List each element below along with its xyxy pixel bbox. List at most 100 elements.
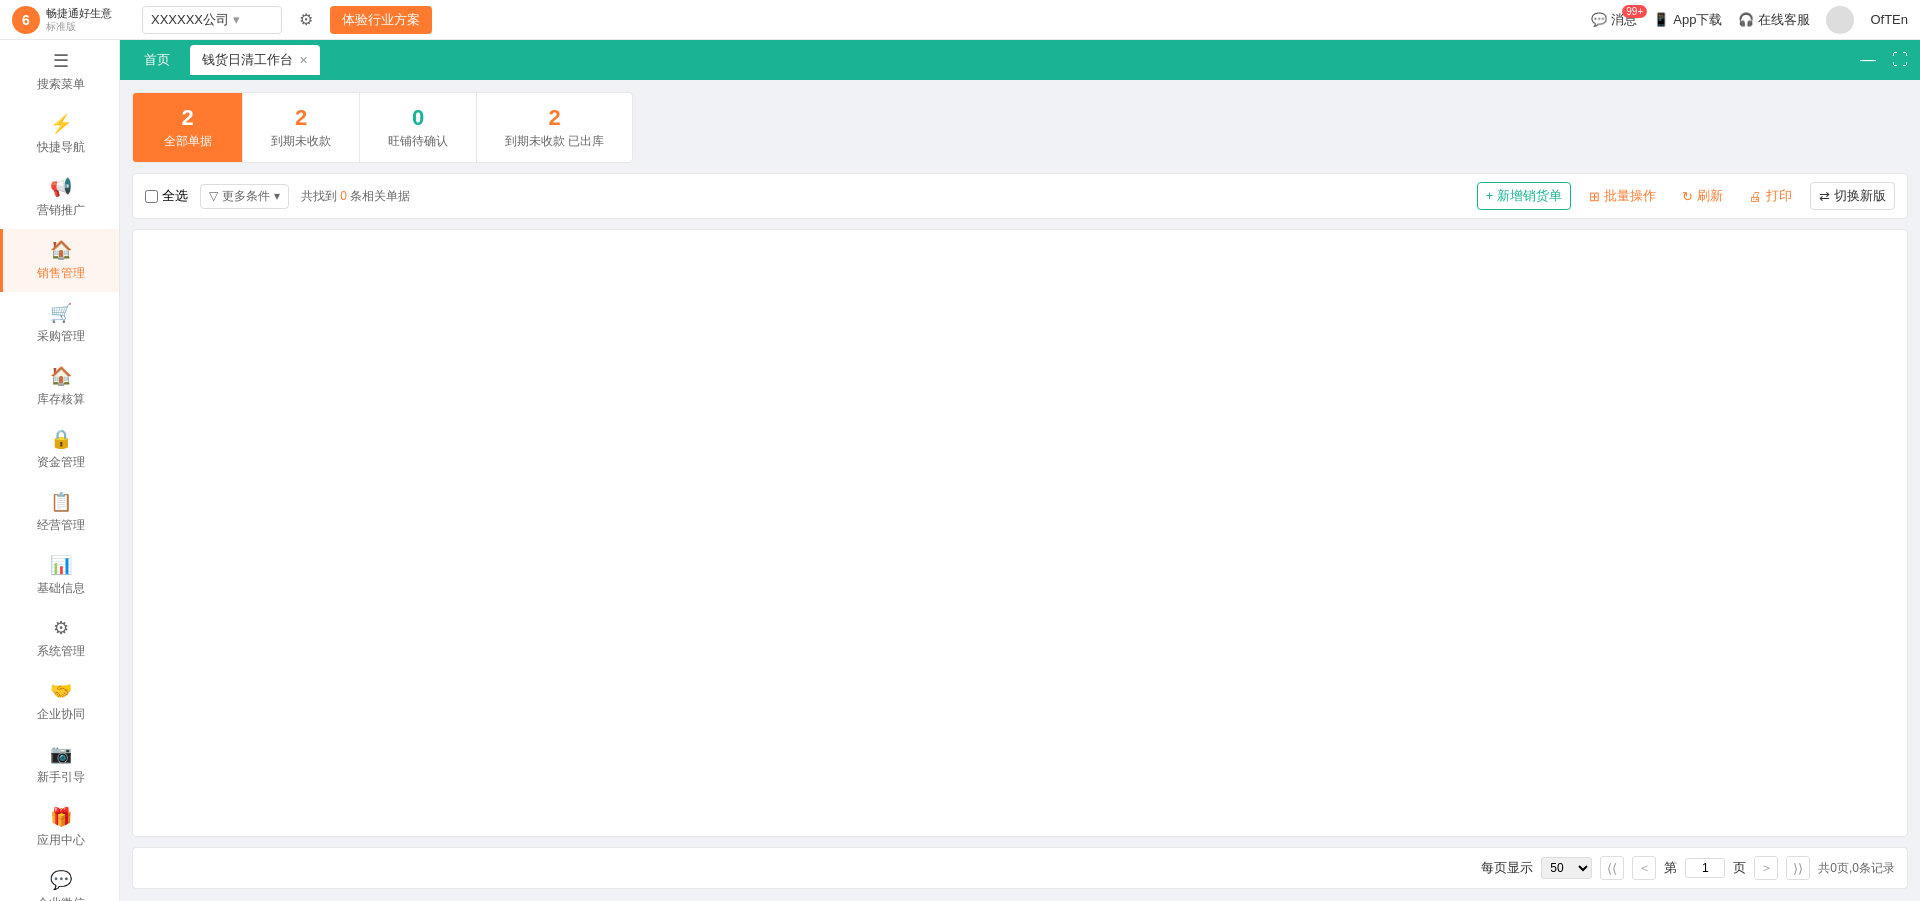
tab-close-icon[interactable]: ✕ [299,54,308,67]
sidebar-item-wechat[interactable]: 💬 企业微信 [0,859,119,901]
sidebar-label-basic-info: 基础信息 [37,580,85,597]
page-size-select[interactable]: 50 10 20 100 [1541,857,1592,879]
sidebar-item-purchase[interactable]: 🛒 采购管理 [0,292,119,355]
sidebar-icon-quick-nav: ⚡ [50,113,72,135]
sidebar-item-cooperation[interactable]: 🤝 企业协同 [0,670,119,733]
sidebar-item-app-center[interactable]: 🎁 应用中心 [0,796,119,859]
chevron-down-icon: ▾ [274,189,280,203]
select-all-input[interactable] [145,190,158,203]
sidebar-label-finance: 资金管理 [37,454,85,471]
stat-card-pending[interactable]: 0 旺铺待确认 [360,93,477,162]
minimize-icon[interactable]: — [1856,48,1880,72]
stat-card-overdue-shipped[interactable]: 2 到期未收款 已出库 [477,93,632,162]
sidebar-icon-guide: 📷 [50,743,72,765]
sidebar-item-search-menu[interactable]: ☰ 搜索菜单 [0,40,119,103]
sidebar-icon-system: ⚙ [53,617,69,639]
sidebar-icon-basic-info: 📊 [50,554,72,576]
download-icon: 📱 [1653,12,1669,27]
stat-card-overdue[interactable]: 2 到期未收款 [243,93,360,162]
stat-count-overdue: 2 [271,105,331,131]
add-order-btn[interactable]: + 新增销货单 [1477,182,1571,210]
table-area [132,229,1908,837]
sidebar-item-finance[interactable]: 🔒 资金管理 [0,418,119,481]
sidebar-item-system[interactable]: ⚙ 系统管理 [0,607,119,670]
stat-count-all: 2 [161,105,214,131]
sidebar-label-cooperation: 企业协同 [37,706,85,723]
page-input[interactable] [1685,858,1725,878]
sidebar-icon-inventory: 🏠 [50,365,72,387]
maximize-icon[interactable]: ⛶ [1888,48,1912,72]
toolbar-right: + 新增销货单 ⊞ 批量操作 ↻ 刷新 🖨 打印 ⇄ [1477,182,1895,210]
sidebar-icon-sales: 🏠 [50,239,72,261]
sidebar-item-basic-info[interactable]: 📊 基础信息 [0,544,119,607]
filter-icon: ▽ [209,189,218,203]
avatar[interactable] [1826,6,1854,34]
print-icon: 🖨 [1749,189,1762,204]
batch-btn[interactable]: ⊞ 批量操作 [1581,183,1664,209]
chevron-down-icon: ▾ [233,12,240,27]
stat-label-pending: 旺铺待确认 [388,133,448,150]
pagination: 每页显示 50 10 20 100 ⟨⟨ ＜ 第 页 ＞ ⟩⟩ 共0页,0条记录 [132,847,1908,889]
sidebar-item-guide[interactable]: 📷 新手引导 [0,733,119,796]
stat-count-pending: 0 [388,105,448,131]
batch-icon: ⊞ [1589,189,1600,204]
sidebar-icon-marketing: 📢 [50,176,72,198]
content-area: 首页 钱货日清工作台 ✕ — ⛶ 2 全部单据 2 到期未收款 0 旺铺待确认 … [120,40,1920,901]
next-page-btn[interactable]: ＞ [1754,856,1778,880]
filter-btn[interactable]: ▽ 更多条件 ▾ [200,184,289,209]
main-layout: ☰ 搜索菜单 ⚡ 快捷导航 📢 营销推广 🏠 销售管理 🛒 采购管理 🏠 库存核… [0,40,1920,901]
sidebar: ☰ 搜索菜单 ⚡ 快捷导航 📢 营销推广 🏠 销售管理 🛒 采购管理 🏠 库存核… [0,40,120,901]
sidebar-item-inventory[interactable]: 🏠 库存核算 [0,355,119,418]
tab-home[interactable]: 首页 [128,45,186,75]
stat-label-all: 全部单据 [161,133,214,150]
sidebar-icon-app-center: 🎁 [50,806,72,828]
sidebar-icon-search-menu: ☰ [53,50,69,72]
prev-page-btn[interactable]: ＜ [1632,856,1656,880]
tab-bar-actions: — ⛶ [1856,48,1912,72]
experience-btn[interactable]: 体验行业方案 [330,6,432,34]
refresh-btn[interactable]: ↻ 刷新 [1674,183,1731,209]
stat-count-overdue-shipped: 2 [505,105,604,131]
sidebar-icon-operation: 📋 [50,491,72,513]
top-bar: 6 畅捷通好生意 标准版 XXXXXX公司 ▾ ⚙ 体验行业方案 💬 消息 99… [0,0,1920,40]
select-all-checkbox[interactable]: 全选 [145,187,188,205]
first-page-btn[interactable]: ⟨⟨ [1600,856,1624,880]
sidebar-icon-purchase: 🛒 [50,302,72,324]
sidebar-label-guide: 新手引导 [37,769,85,786]
app-download-btn[interactable]: 📱 App下载 [1653,11,1722,29]
logo-icon: 6 [12,6,40,34]
sidebar-label-operation: 经营管理 [37,517,85,534]
total-info: 共0页,0条记录 [1818,860,1895,877]
sidebar-item-quick-nav[interactable]: ⚡ 快捷导航 [0,103,119,166]
company-selector[interactable]: XXXXXX公司 ▾ [142,6,282,34]
settings-icon[interactable]: ⚙ [292,6,320,34]
tab-bar: 首页 钱货日清工作台 ✕ — ⛶ [120,40,1920,80]
messages-badge: 99+ [1622,5,1647,18]
sidebar-icon-finance: 🔒 [50,428,72,450]
switch-version-btn[interactable]: ⇄ 切换新版 [1810,182,1895,210]
sidebar-item-marketing[interactable]: 📢 营销推广 [0,166,119,229]
service-icon: 🎧 [1738,12,1754,27]
print-btn[interactable]: 🖨 打印 [1741,183,1800,209]
sidebar-label-purchase: 采购管理 [37,328,85,345]
stat-label-overdue: 到期未收款 [271,133,331,150]
refresh-icon: ↻ [1682,189,1693,204]
messages-btn[interactable]: 💬 消息 99+ [1591,11,1637,29]
sidebar-icon-cooperation: 🤝 [50,680,72,702]
online-service-btn[interactable]: 🎧 在线客服 [1738,11,1810,29]
sidebar-label-inventory: 库存核算 [37,391,85,408]
toolbar: 全选 ▽ 更多条件 ▾ 共找到 0 条相关单据 + 新增销货单 ⊞ 批量操作 [132,173,1908,219]
sidebar-item-operation[interactable]: 📋 经营管理 [0,481,119,544]
last-page-btn[interactable]: ⟩⟩ [1786,856,1810,880]
sidebar-label-quick-nav: 快捷导航 [37,139,85,156]
tab-active[interactable]: 钱货日清工作台 ✕ [190,45,320,75]
sidebar-label-system: 系统管理 [37,643,85,660]
sidebar-label-marketing: 营销推广 [37,202,85,219]
logo-text: 畅捷通好生意 标准版 [46,6,112,33]
page-content: 2 全部单据 2 到期未收款 0 旺铺待确认 2 到期未收款 已出库 全选 ▽ … [120,80,1920,901]
stat-card-all[interactable]: 2 全部单据 [133,93,243,162]
sidebar-item-sales[interactable]: 🏠 销售管理 [0,229,119,292]
sidebar-icon-wechat: 💬 [50,869,72,891]
sidebar-label-search-menu: 搜索菜单 [37,76,85,93]
sidebar-label-wechat: 企业微信 [37,895,85,901]
